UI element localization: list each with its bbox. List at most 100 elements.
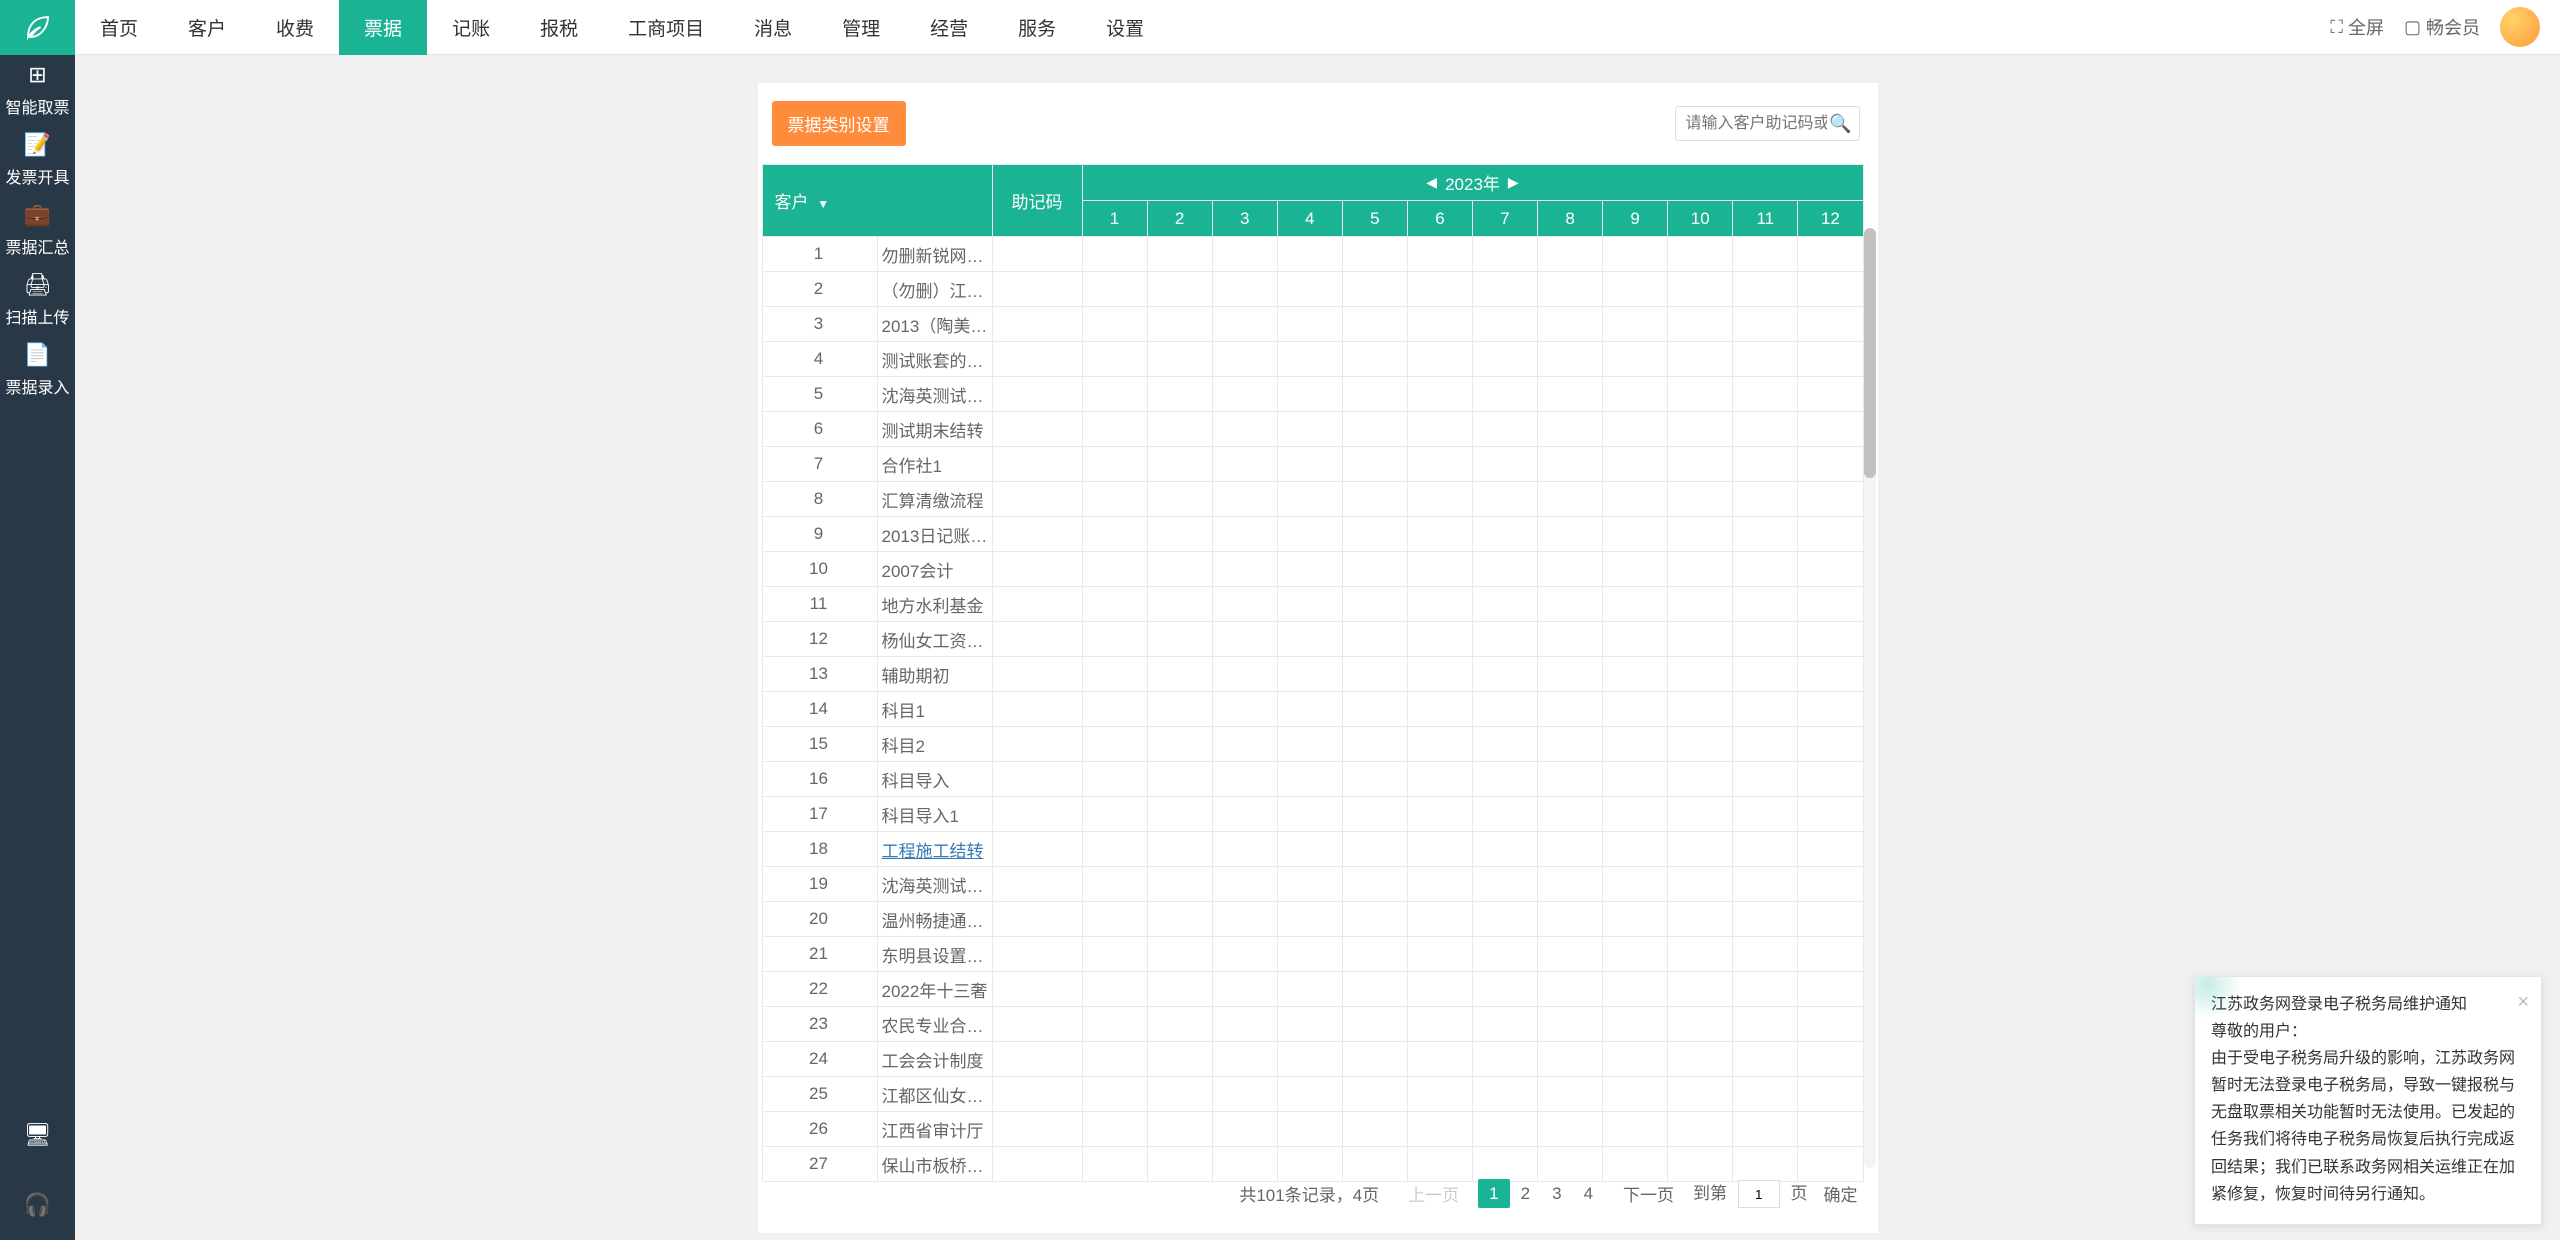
cell-month[interactable] [1147, 972, 1212, 1007]
cell-month[interactable] [1407, 447, 1472, 482]
col-month-5[interactable]: 5 [1342, 201, 1407, 237]
col-month-11[interactable]: 11 [1733, 201, 1798, 237]
cell-month[interactable] [1277, 552, 1342, 587]
cell-month[interactable] [1277, 797, 1342, 832]
pagination-confirm[interactable]: 确定 [1824, 1181, 1858, 1206]
cell-month[interactable] [1407, 657, 1472, 692]
cell-month[interactable] [1472, 832, 1537, 867]
cell-month[interactable] [1668, 622, 1733, 657]
cell-month[interactable] [1082, 832, 1147, 867]
cell-month[interactable] [1733, 832, 1798, 867]
cell-month[interactable] [1407, 377, 1472, 412]
top-menu-收费[interactable]: 收费 [251, 0, 339, 55]
cell-month[interactable] [1668, 972, 1733, 1007]
cell-month[interactable] [1733, 587, 1798, 622]
cell-month[interactable] [1798, 412, 1863, 447]
cell-month[interactable] [1342, 307, 1407, 342]
cell-month[interactable] [1538, 377, 1603, 412]
cell-month[interactable] [1147, 1077, 1212, 1112]
cell-month[interactable] [1147, 622, 1212, 657]
cell-month[interactable] [1147, 902, 1212, 937]
cell-month[interactable] [1668, 342, 1733, 377]
cell-month[interactable] [1733, 762, 1798, 797]
cell-month[interactable] [1538, 622, 1603, 657]
cell-month[interactable] [1277, 1042, 1342, 1077]
cell-month[interactable] [1538, 692, 1603, 727]
cell-month[interactable] [1538, 727, 1603, 762]
cell-month[interactable] [1603, 587, 1668, 622]
cell-month[interactable] [1668, 1042, 1733, 1077]
sidebar-item-票据汇总[interactable]: 💼票据汇总 [0, 195, 75, 265]
cell-month[interactable] [1212, 972, 1277, 1007]
cell-month[interactable] [1342, 412, 1407, 447]
cell-month[interactable] [1147, 447, 1212, 482]
cell-month[interactable] [1147, 727, 1212, 762]
cell-month[interactable] [1212, 1077, 1277, 1112]
cell-month[interactable] [1407, 307, 1472, 342]
cell-month[interactable] [1212, 412, 1277, 447]
cell-month[interactable] [1277, 587, 1342, 622]
cell-month[interactable] [1538, 1007, 1603, 1042]
cell-month[interactable] [1538, 272, 1603, 307]
cell-month[interactable] [1277, 867, 1342, 902]
member-button[interactable]: ▢ 畅会员 [2404, 14, 2480, 40]
cell-month[interactable] [1342, 1042, 1407, 1077]
year-next-button[interactable]: ▶ [1508, 174, 1519, 191]
cell-month[interactable] [1603, 832, 1668, 867]
cell-month[interactable] [1147, 867, 1212, 902]
cell-month[interactable] [1147, 307, 1212, 342]
cell-month[interactable] [1147, 237, 1212, 272]
cell-month[interactable] [1798, 797, 1863, 832]
cell-month[interactable] [1472, 272, 1537, 307]
cell-month[interactable] [1212, 832, 1277, 867]
cell-month[interactable] [1733, 272, 1798, 307]
cell-month[interactable] [1342, 482, 1407, 517]
cell-month[interactable] [1082, 1007, 1147, 1042]
cell-month[interactable] [1668, 552, 1733, 587]
cell-month[interactable] [1668, 517, 1733, 552]
cell-month[interactable] [1538, 412, 1603, 447]
cell-month[interactable] [1342, 972, 1407, 1007]
cell-month[interactable] [1668, 692, 1733, 727]
top-menu-经营[interactable]: 经营 [905, 0, 993, 55]
cell-month[interactable] [1538, 1112, 1603, 1147]
cell-month[interactable] [1603, 342, 1668, 377]
cell-month[interactable] [1798, 587, 1863, 622]
cell-month[interactable] [1082, 727, 1147, 762]
cell-month[interactable] [1147, 762, 1212, 797]
cell-month[interactable] [1147, 937, 1212, 972]
cell-month[interactable] [1668, 482, 1733, 517]
cell-month[interactable] [1342, 1112, 1407, 1147]
fullscreen-button[interactable]: ⛶ 全屏 [2330, 14, 2384, 40]
pagination-page-3[interactable]: 3 [1541, 1179, 1572, 1208]
col-month-1[interactable]: 1 [1082, 201, 1147, 237]
cell-month[interactable] [1798, 692, 1863, 727]
cell-month[interactable] [1147, 1112, 1212, 1147]
cell-month[interactable] [1407, 552, 1472, 587]
cell-month[interactable] [1212, 482, 1277, 517]
cell-month[interactable] [1277, 692, 1342, 727]
cell-month[interactable] [1798, 832, 1863, 867]
cell-month[interactable] [1082, 272, 1147, 307]
cell-month[interactable] [1733, 867, 1798, 902]
cell-month[interactable] [1342, 692, 1407, 727]
cell-month[interactable] [1472, 692, 1537, 727]
cell-month[interactable] [1733, 412, 1798, 447]
cell-month[interactable] [1407, 727, 1472, 762]
cell-month[interactable] [1407, 587, 1472, 622]
cell-month[interactable] [1342, 762, 1407, 797]
cell-month[interactable] [1277, 447, 1342, 482]
top-menu-首页[interactable]: 首页 [75, 0, 163, 55]
cell-month[interactable] [1147, 342, 1212, 377]
cell-month[interactable] [1538, 832, 1603, 867]
cell-month[interactable] [1798, 902, 1863, 937]
sidebar-support-button[interactable]: 🎧 [0, 1170, 75, 1240]
cell-month[interactable] [1147, 377, 1212, 412]
cell-month[interactable] [1342, 797, 1407, 832]
col-month-4[interactable]: 4 [1277, 201, 1342, 237]
category-settings-button[interactable]: 票据类别设置 [772, 101, 906, 146]
cell-month[interactable] [1147, 517, 1212, 552]
cell-month[interactable] [1147, 657, 1212, 692]
cell-month[interactable] [1472, 307, 1537, 342]
sidebar-item-智能取票[interactable]: ⊞智能取票 [0, 55, 75, 125]
